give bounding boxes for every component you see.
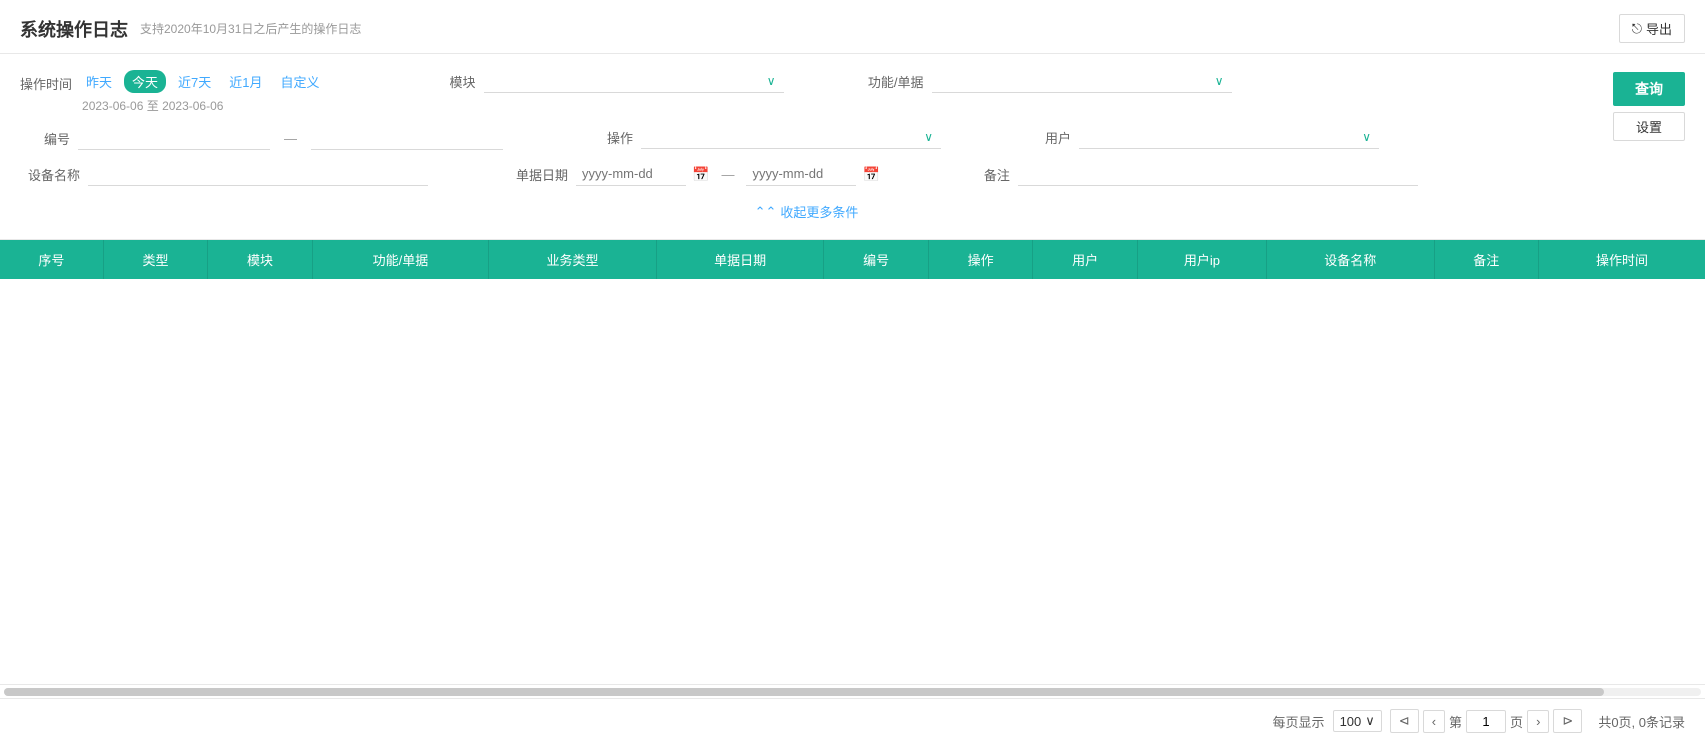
code-input[interactable] [78,126,270,150]
last-page-button[interactable]: ⊳ [1553,709,1582,733]
function-label: 功能/单据 [864,72,924,91]
time-1month-button[interactable]: 近1月 [223,70,268,93]
first-page-button[interactable]: ⊲ [1390,709,1419,733]
operation-dropdown-icon: ∨ [924,130,933,144]
time-today-button[interactable]: 今天 [124,70,166,93]
operation-select[interactable]: ∨ [641,126,941,149]
collapse-icon: ⌃⌃ [755,204,777,220]
module-label: 模块 [426,72,476,91]
collapse-button[interactable]: ⌃⌃ 收起更多条件 [755,202,859,221]
pagination-area: 每页显示 100 ∨ ⊲ ‹ 第 页 › ⊳ 共0页, 0条记录 [0,698,1705,743]
time-label: 操作时间 [20,70,72,93]
calendar-start-icon[interactable]: 📅 [692,166,709,183]
module-select[interactable]: ∨ [484,70,784,93]
time-custom-button[interactable]: 自定义 [275,70,326,93]
user-label: 用户 [1021,128,1071,147]
page-unit: 页 [1510,712,1523,731]
table-header-row: 序号 类型 模块 功能/单据 业务类型 单据日期 编号 操作 用户 用户ip 设… [0,240,1705,279]
settings-button[interactable]: 设置 [1613,112,1685,141]
code-label: 编号 [20,129,70,148]
col-biztype: 业务类型 [489,240,657,279]
data-table: 序号 类型 模块 功能/单据 业务类型 单据日期 编号 操作 用户 用户ip 设… [0,240,1705,279]
col-user: 用户 [1033,240,1137,279]
prev-page-button[interactable]: ‹ [1423,710,1445,733]
time-7days-button[interactable]: 近7天 [172,70,217,93]
col-user-ip: 用户ip [1137,240,1266,279]
date-start-input[interactable] [576,162,686,186]
col-function: 功能/单据 [312,240,488,279]
export-button[interactable]: ⎋ 导出 [1619,14,1685,43]
code-input-end[interactable] [311,126,503,150]
col-code: 编号 [824,240,928,279]
page-size-select[interactable]: 100 ∨ [1333,710,1382,732]
date-separator: — [721,167,734,182]
query-button[interactable]: 查询 [1613,72,1685,106]
remark-input[interactable] [1018,162,1418,186]
col-device: 设备名称 [1266,240,1434,279]
function-dropdown-icon: ∨ [1215,74,1224,88]
col-operation: 操作 [928,240,1032,279]
date-label: 单据日期 [508,165,568,184]
col-index: 序号 [0,240,103,279]
pagination-nav: ⊲ ‹ 第 页 › ⊳ [1390,709,1583,733]
page-subtitle: 支持2020年10月31日之后产生的操作日志 [140,20,361,37]
col-type: 类型 [103,240,207,279]
page-number-input[interactable] [1466,710,1506,733]
user-select[interactable]: ∨ [1079,126,1379,149]
col-date: 单据日期 [656,240,824,279]
pagination-total: 共0页, 0条记录 [1598,712,1685,731]
scrollbar-thumb[interactable] [4,688,1604,696]
code-separator: — [284,131,297,146]
next-page-button[interactable]: › [1527,710,1549,733]
page-title: 系统操作日志 [20,16,128,42]
col-op-time: 操作时间 [1539,240,1705,279]
scrollbar-area[interactable] [0,684,1705,698]
remark-label: 备注 [960,165,1010,184]
operation-label: 操作 [583,128,633,147]
calendar-end-icon[interactable]: 📅 [862,166,879,183]
page-size-arrow: ∨ [1365,713,1375,729]
time-yesterday-button[interactable]: 昨天 [80,70,118,93]
device-input[interactable] [88,162,428,186]
export-icon: ⎋ [1632,21,1642,37]
page-label: 第 [1449,712,1462,731]
col-module: 模块 [208,240,312,279]
scrollbar-track[interactable] [4,688,1701,696]
empty-area [0,279,1705,579]
date-end-input[interactable] [746,162,856,186]
col-remark: 备注 [1434,240,1538,279]
user-dropdown-icon: ∨ [1362,130,1371,144]
module-dropdown-icon: ∨ [767,74,776,88]
function-select[interactable]: ∨ [932,70,1232,93]
device-label: 设备名称 [20,165,80,184]
page-size-label: 每页显示 [1273,712,1325,731]
time-range-display: 2023-06-06 至 2023-06-06 [82,97,326,114]
